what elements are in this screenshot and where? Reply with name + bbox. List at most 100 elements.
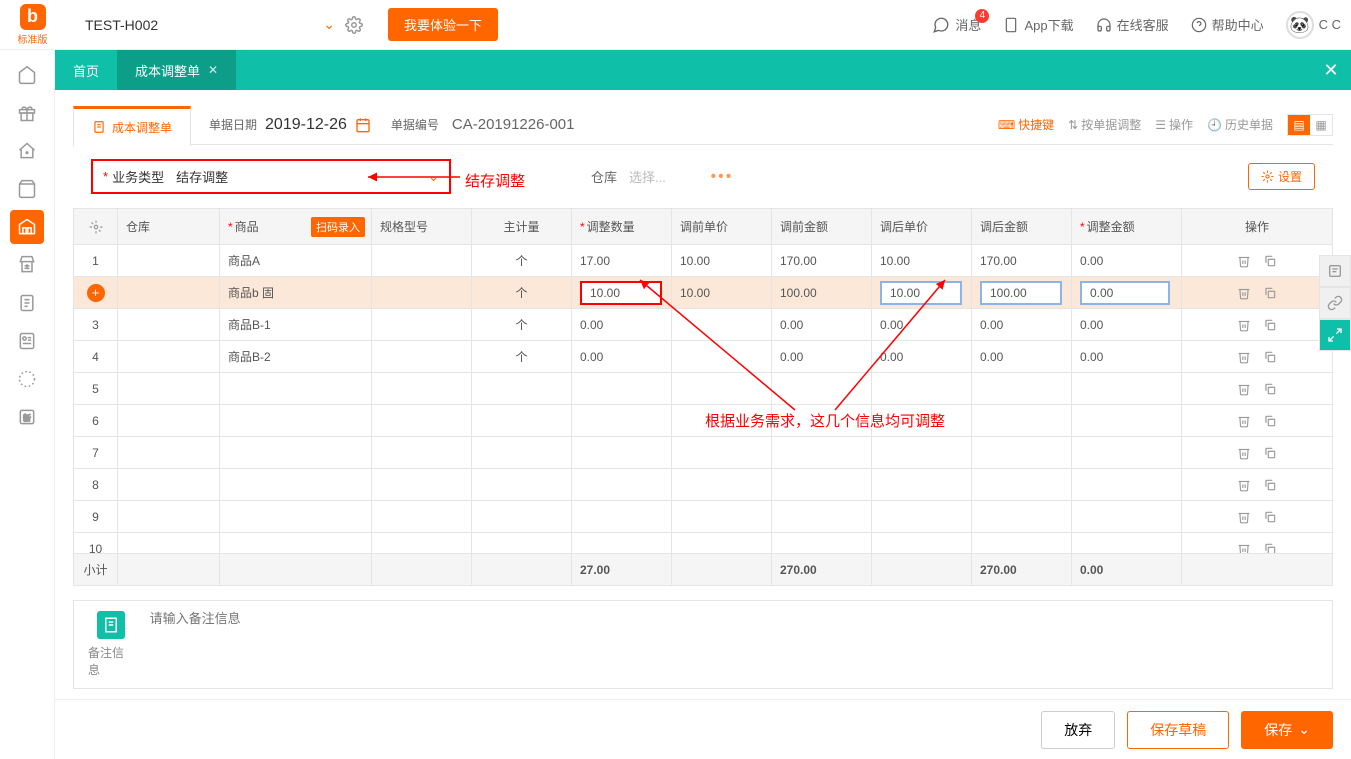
table-header: 仓库 *商品扫码录入 规格型号 主计量 *调整数量 调前单价 调前金额 调后单价… [74, 209, 1332, 245]
table-row[interactable]: +商品b 固个10.0010.00100.0010.00100.000.00 [74, 277, 1332, 309]
try-button[interactable]: 我要体验一下 [388, 8, 498, 41]
sidebar-money[interactable] [10, 248, 44, 282]
bill-code-label: 单据编号 [391, 116, 439, 133]
copy-icon[interactable] [1263, 542, 1277, 554]
remarks-panel: 备注信息 [73, 600, 1333, 689]
more-icon[interactable]: ••• [711, 168, 734, 186]
delete-icon[interactable] [1237, 318, 1251, 332]
table-row[interactable]: 7 [74, 437, 1332, 469]
sidebar-clipboard[interactable] [10, 286, 44, 320]
float-note-icon[interactable] [1319, 255, 1351, 287]
chevron-down-icon: ⌄ [323, 16, 335, 33]
add-row-button[interactable]: + [87, 284, 105, 302]
logo-icon: b [20, 4, 46, 30]
app-download-link[interactable]: App下载 [1003, 15, 1073, 34]
phone-icon [1003, 17, 1019, 33]
online-service-link[interactable]: 在线客服 [1096, 15, 1169, 34]
logo: b 标准版 [10, 4, 55, 46]
doc-tab[interactable]: 成本调整单 [73, 106, 191, 146]
delete-icon[interactable] [1237, 510, 1251, 524]
close-all-tabs[interactable]: ✕ [1311, 50, 1351, 90]
table-row[interactable]: 10 [74, 533, 1332, 553]
float-link-icon[interactable] [1319, 287, 1351, 319]
table-row[interactable]: 3商品B-1个0.000.000.000.000.00 [74, 309, 1332, 341]
close-icon[interactable]: ✕ [208, 63, 218, 77]
sidebar-house[interactable] [10, 134, 44, 168]
calendar-icon[interactable] [355, 117, 371, 133]
sidebar-gift[interactable] [10, 96, 44, 130]
view-grid-icon[interactable]: ▦ [1310, 115, 1332, 135]
org-name: TEST-H002 [85, 17, 158, 33]
th-post-amount: 调后金额 [972, 209, 1072, 244]
copy-icon[interactable] [1263, 414, 1277, 428]
sidebar-bag[interactable] [10, 172, 44, 206]
table-footer: 小计 27.00 270.00 270.00 0.00 [74, 553, 1332, 585]
help-center-link[interactable]: 帮助中心 [1191, 15, 1264, 34]
warehouse-filter[interactable]: 仓库 选择... [591, 167, 666, 186]
user-name: C C [1319, 17, 1341, 32]
discard-button[interactable]: 放弃 [1041, 711, 1115, 749]
delete-icon[interactable] [1237, 382, 1251, 396]
th-op: 操作 [1182, 209, 1332, 244]
right-float-toolbar [1319, 255, 1351, 351]
by-bill-button[interactable]: ⇅按单据调整 [1068, 116, 1141, 133]
table-row[interactable]: 9 [74, 501, 1332, 533]
copy-icon[interactable] [1263, 318, 1277, 332]
sidebar-new[interactable]: 新 [10, 400, 44, 434]
copy-icon[interactable] [1263, 382, 1277, 396]
messages-link[interactable]: 消息 4 [932, 15, 981, 34]
save-button[interactable]: 保存⌄ [1241, 711, 1333, 749]
delete-icon[interactable] [1237, 478, 1251, 492]
view-toggle[interactable]: ▤ ▦ [1287, 114, 1333, 136]
delete-icon[interactable] [1237, 414, 1251, 428]
sidebar-sync[interactable] [10, 362, 44, 396]
delete-icon[interactable] [1237, 350, 1251, 364]
delete-icon[interactable] [1237, 446, 1251, 460]
sidebar: 新 [0, 50, 55, 759]
org-selector[interactable]: TEST-H002 ⌄ [85, 16, 335, 33]
gear-icon[interactable] [345, 16, 363, 34]
logo-text: 标准版 [18, 31, 48, 46]
copy-icon[interactable] [1263, 350, 1277, 364]
history-button[interactable]: 🕘历史单据 [1207, 116, 1273, 133]
table-row[interactable]: 8 [74, 469, 1332, 501]
operation-button[interactable]: ☰操作 [1155, 116, 1193, 133]
footer: 放弃 保存草稿 保存⌄ [55, 699, 1351, 759]
table-row[interactable]: 5 [74, 373, 1332, 405]
top-header: b 标准版 TEST-H002 ⌄ 我要体验一下 消息 4 App下载 在线客服 [0, 0, 1351, 50]
gear-icon [1261, 170, 1274, 183]
biz-type-select[interactable]: * 业务类型 结存调整 ⌄ [91, 159, 451, 194]
remarks-input[interactable] [150, 611, 1318, 626]
delete-icon[interactable] [1237, 254, 1251, 268]
svg-text:新: 新 [23, 412, 31, 422]
table-row[interactable]: 1商品A个17.0010.00170.0010.00170.000.00 [74, 245, 1332, 277]
copy-icon[interactable] [1263, 286, 1277, 300]
view-list-icon[interactable]: ▤ [1288, 115, 1310, 135]
tab-cost-adjust[interactable]: 成本调整单 ✕ [117, 50, 236, 90]
copy-icon[interactable] [1263, 478, 1277, 492]
sidebar-home[interactable] [10, 58, 44, 92]
scan-badge[interactable]: 扫码录入 [311, 217, 365, 237]
delete-icon[interactable] [1237, 542, 1251, 554]
sidebar-inventory[interactable] [10, 210, 44, 244]
table-row[interactable]: 6 [74, 405, 1332, 437]
table-row[interactable]: 4商品B-2个0.000.000.000.000.00 [74, 341, 1332, 373]
th-pre-price: 调前单价 [672, 209, 772, 244]
copy-icon[interactable] [1263, 510, 1277, 524]
bill-date[interactable]: 2019-12-26 [265, 116, 347, 134]
tab-home[interactable]: 首页 [55, 50, 117, 90]
th-gear[interactable] [74, 209, 118, 244]
shortcut-button[interactable]: ⌨快捷键 [998, 116, 1054, 133]
th-adj-amount: *调整金额 [1072, 209, 1182, 244]
float-expand-icon[interactable] [1319, 319, 1351, 351]
delete-icon[interactable] [1237, 286, 1251, 300]
th-pre-amount: 调前金额 [772, 209, 872, 244]
avatar: 🐼 [1286, 11, 1314, 39]
bill-code: CA-20191226-001 [452, 116, 575, 133]
save-draft-button[interactable]: 保存草稿 [1127, 711, 1229, 749]
copy-icon[interactable] [1263, 254, 1277, 268]
settings-button[interactable]: 设置 [1248, 163, 1315, 190]
copy-icon[interactable] [1263, 446, 1277, 460]
user-menu[interactable]: 🐼 C C [1286, 11, 1341, 39]
sidebar-report[interactable] [10, 324, 44, 358]
